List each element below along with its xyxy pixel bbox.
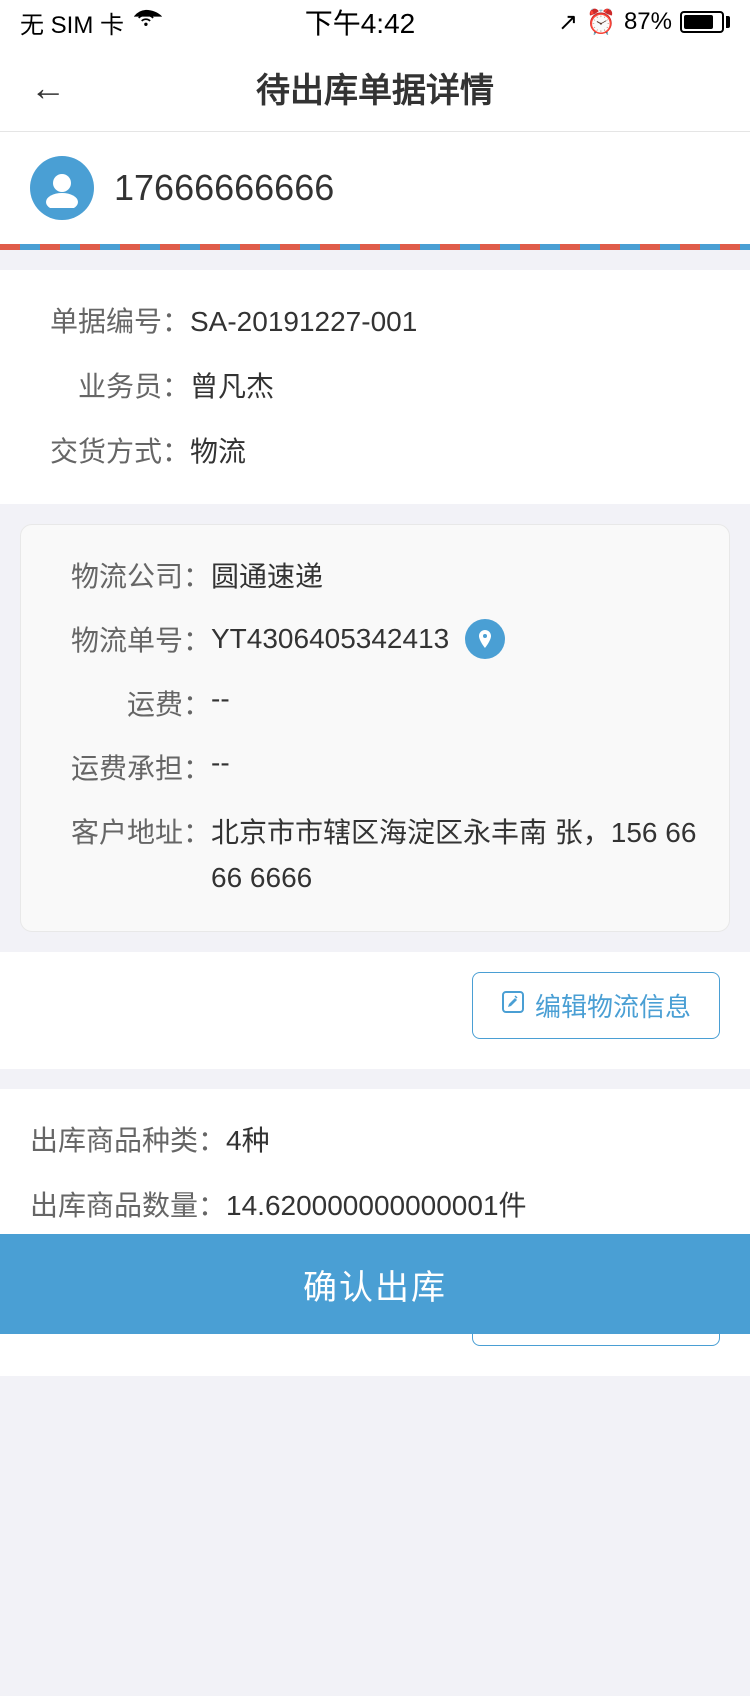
goods-types-label: 出库商品种类： [30,1119,226,1164]
avatar [30,156,94,220]
section-separator [0,1069,750,1089]
delivery-label: 交货方式： [30,430,190,475]
edit-logistics-button[interactable]: 编辑物流信息 [472,972,720,1039]
edit-btn-container: 编辑物流信息 [0,952,750,1069]
goods-quantity-row: 出库商品数量： 14.620000000000001件 [30,1184,720,1229]
edit-icon [501,990,525,1021]
edit-logistics-label: 编辑物流信息 [535,987,691,1024]
salesman-label: 业务员： [30,365,190,410]
document-number-label: 单据编号： [30,300,190,345]
phone-section: 17666666666 [0,132,750,244]
location-status-icon: ↗ [558,8,578,37]
freight-bear-value: -- [211,747,699,779]
back-button[interactable]: ← [30,67,66,109]
goods-quantity-value: 14.620000000000001件 [226,1184,720,1229]
delivery-row: 交货方式： 物流 [30,430,720,475]
address-value: 北京市市辖区海淀区永丰南 张，156 6666 6666 [211,811,699,901]
logistics-tracking-row: 物流单号： YT4306405342413 [51,619,699,659]
address-row: 客户地址： 北京市市辖区海淀区永丰南 张，156 6666 6666 [51,811,699,901]
salesman-row: 业务员： 曾凡杰 [30,365,720,410]
battery-percent: 87% [624,8,672,36]
logistics-card: 物流公司： 圆通速递 物流单号： YT4306405342413 运费： -- … [20,524,730,932]
address-label: 客户地址： [51,811,211,851]
document-number-row: 单据编号： SA-20191227-001 [30,300,720,345]
logistics-tracking-value: YT4306405342413 [211,619,699,659]
delivery-value: 物流 [190,430,720,475]
wifi-icon [134,8,162,36]
status-time: 下午4:42 [305,2,416,42]
dashed-divider [0,244,750,250]
freight-row: 运费： -- [51,683,699,723]
document-number-value: SA-20191227-001 [190,300,720,345]
content: 17666666666 单据编号： SA-20191227-001 业务员： 曾… [0,132,750,1696]
goods-types-row: 出库商品种类： 4种 [30,1119,720,1164]
freight-bear-row: 运费承担： -- [51,747,699,787]
alarm-icon: ⏰ [586,8,616,37]
logistics-company-label: 物流公司： [51,555,211,595]
tracking-number-text: YT4306405342413 [211,623,449,655]
logistics-company-row: 物流公司： 圆通速递 [51,555,699,595]
battery-icon [680,11,730,33]
status-right: ↗ ⏰ 87% [558,8,730,37]
salesman-value: 曾凡杰 [190,365,720,410]
goods-quantity-label: 出库商品数量： [30,1184,226,1229]
freight-label: 运费： [51,683,211,723]
track-location-button[interactable] [465,619,505,659]
logistics-company-value: 圆通速递 [211,555,699,595]
freight-value: -- [211,683,699,715]
nav-bar: ← 待出库单据详情 [0,44,750,132]
page-title: 待出库单据详情 [256,63,494,112]
status-bar: 无 SIM 卡 下午4:42 ↗ ⏰ 87% [0,0,750,44]
freight-bear-label: 运费承担： [51,747,211,787]
status-left: 无 SIM 卡 [20,5,162,40]
goods-types-value: 4种 [226,1119,720,1164]
customer-phone: 17666666666 [114,167,334,209]
document-info-section: 单据编号： SA-20191227-001 业务员： 曾凡杰 交货方式： 物流 [0,270,750,504]
bottom-spacer [0,1376,750,1576]
logistics-tracking-label: 物流单号： [51,619,211,659]
carrier-text: 无 SIM 卡 [20,5,124,40]
confirm-button[interactable]: 确认出库 [0,1234,750,1334]
